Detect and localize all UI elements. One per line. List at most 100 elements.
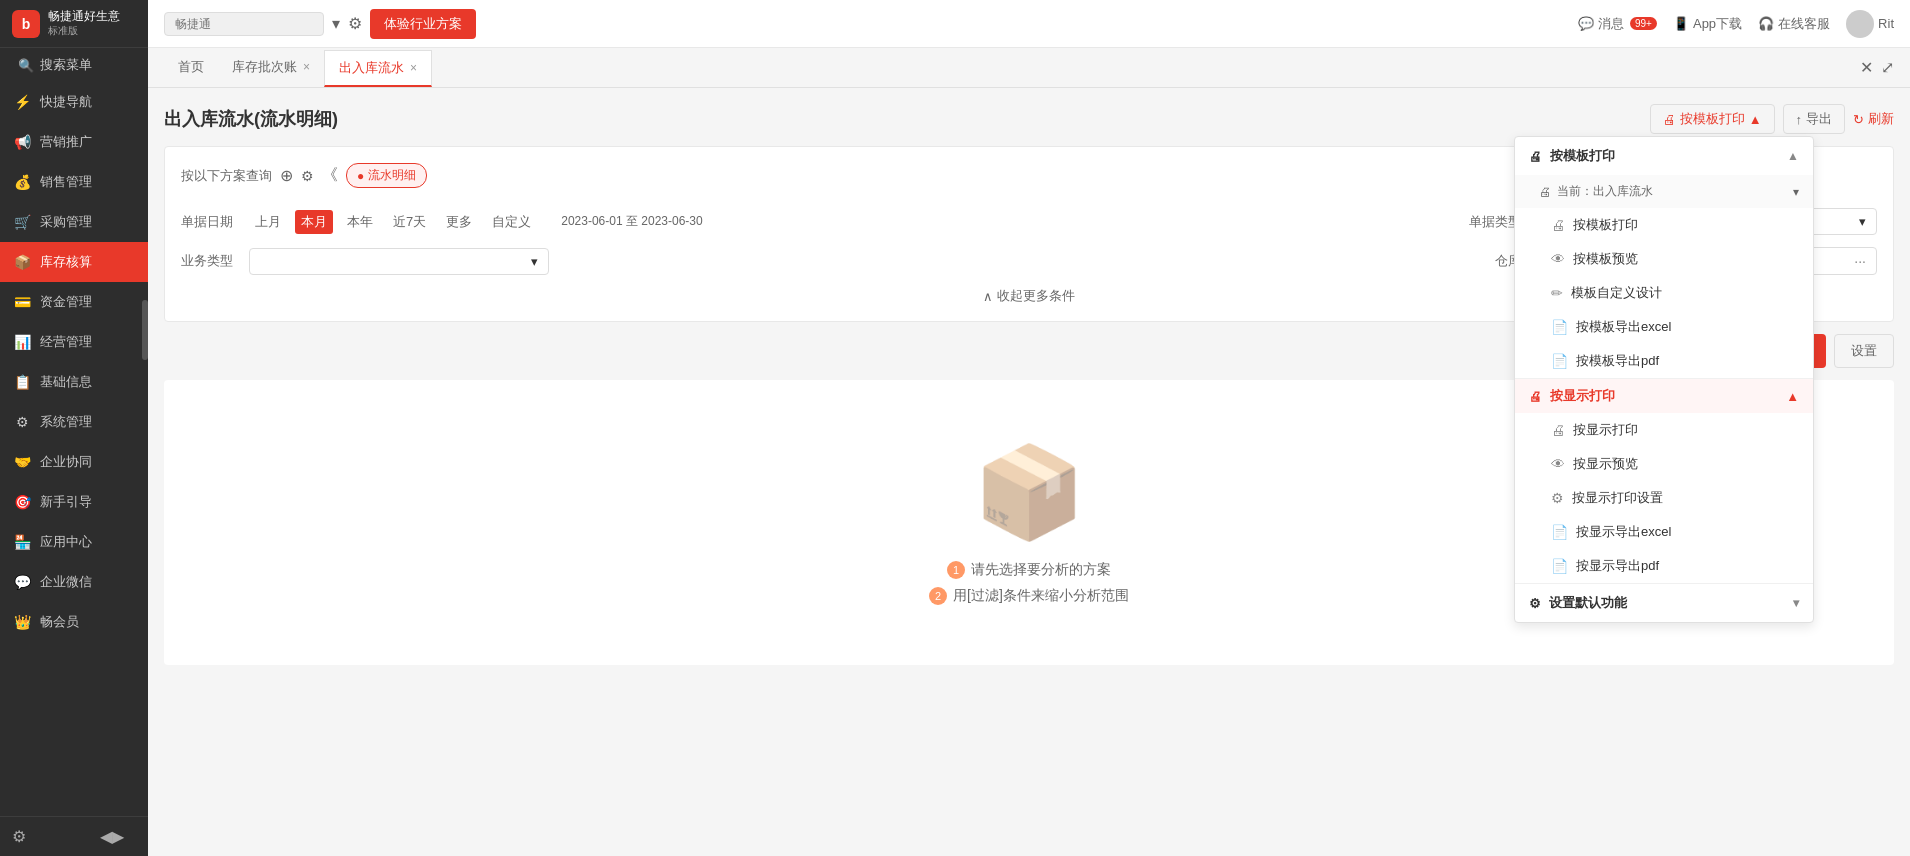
print-dropdown-icon: ▲ [1749, 112, 1762, 127]
date-option-last-month[interactable]: 上月 [249, 210, 287, 234]
sidebar-item-quick-nav[interactable]: ⚡ 快捷导航 [0, 82, 148, 122]
sidebar-item-inventory[interactable]: 📦 库存核算 [0, 242, 148, 282]
message-icon: 💬 [1578, 16, 1594, 31]
display-print-item[interactable]: 🖨 按显示打印 [1515, 413, 1813, 447]
empty-illustration: 📦 [973, 440, 1085, 545]
print-section-icon: 🖨 [1529, 149, 1542, 164]
default-settings-header[interactable]: ⚙ 设置默认功能 ▾ [1515, 584, 1813, 622]
hint-number-1: 1 [947, 561, 965, 579]
tab-home-label: 首页 [178, 58, 204, 76]
template-design-item[interactable]: ✏ 模板自定义设计 [1515, 276, 1813, 310]
sidebar-item-label: 营销推广 [40, 133, 92, 151]
sidebar-item-cooperation[interactable]: 🤝 企业协同 [0, 442, 148, 482]
sidebar-search[interactable]: 🔍 搜索菜单 [0, 48, 148, 82]
page-header: 出入库流水(流水明细) 🖨 按模板打印 ▲ ↑ 导出 ↻ 刷新 [164, 104, 1894, 134]
display-item-settings-icon: ⚙ [1551, 490, 1564, 506]
sidebar-item-label: 新手引导 [40, 493, 92, 511]
template-print-item[interactable]: 🖨 按模板打印 [1515, 208, 1813, 242]
message-item[interactable]: 💬 消息 99+ [1578, 15, 1657, 33]
settings-btn[interactable]: 设置 [1834, 334, 1894, 368]
operation-icon: 📊 [12, 332, 32, 352]
subheader-chevron: ▾ [1793, 185, 1799, 199]
refresh-btn-label: 刷新 [1868, 110, 1894, 128]
print-btn[interactable]: 🖨 按模板打印 ▲ [1650, 104, 1775, 134]
doc-type-chevron: ▾ [1859, 214, 1866, 229]
marketing-icon: 📢 [12, 132, 32, 152]
tab-inventory-flow[interactable]: 出入库流水 × [324, 50, 432, 87]
business-type-select[interactable]: ▾ [249, 248, 549, 275]
sidebar-item-operation[interactable]: 📊 经营管理 [0, 322, 148, 362]
trial-btn[interactable]: 体验行业方案 [370, 9, 476, 39]
export-btn[interactable]: ↑ 导出 [1783, 104, 1846, 134]
display-print-settings-item[interactable]: ⚙ 按显示打印设置 [1515, 481, 1813, 515]
sidebar-item-membership[interactable]: 👑 畅会员 [0, 602, 148, 642]
sidebar-item-label: 畅会员 [40, 613, 79, 631]
display-print-icon: 🖨 [1529, 389, 1542, 404]
window-close-btn[interactable]: ✕ [1860, 58, 1873, 77]
template-print-chevron: ▲ [1787, 149, 1799, 163]
collapse-more-btn[interactable]: ∧ 收起更多条件 [983, 287, 1075, 305]
collapse-sidebar-icon[interactable]: ◀▶ [100, 827, 124, 846]
template-print-header[interactable]: 🖨 按模板打印 ▲ [1515, 137, 1813, 175]
display-export-pdf-label: 按显示导出pdf [1576, 557, 1659, 575]
display-print-section-label: 按显示打印 [1550, 387, 1615, 405]
display-export-pdf-item[interactable]: 📄 按显示导出pdf [1515, 549, 1813, 583]
sidebar-item-wechat[interactable]: 💬 企业微信 [0, 562, 148, 602]
header-gear-btn[interactable]: ⚙ [348, 14, 362, 33]
app-download-item[interactable]: 📱 App下载 [1673, 15, 1742, 33]
settings-footer-icon[interactable]: ⚙ [12, 827, 26, 846]
refresh-btn[interactable]: ↻ 刷新 [1853, 110, 1894, 128]
sidebar-item-guide[interactable]: 🎯 新手引导 [0, 482, 148, 522]
display-item-print-icon: 🖨 [1551, 422, 1565, 438]
display-preview-item[interactable]: 👁 按显示预览 [1515, 447, 1813, 481]
logo-sub: 标准版 [48, 24, 120, 38]
headset-icon: 🎧 [1758, 16, 1774, 31]
template-preview-item[interactable]: 👁 按模板预览 [1515, 242, 1813, 276]
online-service-item[interactable]: 🎧 在线客服 [1758, 15, 1830, 33]
item-print-icon: 🖨 [1551, 217, 1565, 233]
collapse-icon: ∧ [983, 289, 993, 304]
date-option-more[interactable]: 更多 [440, 210, 478, 234]
sidebar-item-marketing[interactable]: 📢 营销推广 [0, 122, 148, 162]
current-template-label: 当前：出入库流水 [1557, 183, 1653, 200]
display-print-title[interactable]: 🖨 按显示打印 ▲ [1515, 379, 1813, 413]
filter-add-btn[interactable]: ⊕ [280, 166, 293, 185]
date-option-custom[interactable]: 自定义 [486, 210, 537, 234]
filter-settings-btn[interactable]: ⚙ [301, 168, 314, 184]
active-filter-tag[interactable]: ● 流水明细 [346, 163, 427, 188]
filter-collapse-btn[interactable]: 《 [322, 165, 338, 186]
display-export-excel-item[interactable]: 📄 按显示导出excel [1515, 515, 1813, 549]
date-filter-label: 单据日期 [181, 213, 233, 231]
sidebar-logo: b 畅捷通好生意 标准版 [0, 0, 148, 48]
default-settings-section: ⚙ 设置默认功能 ▾ [1515, 584, 1813, 622]
tab-inventory-flow-close[interactable]: × [410, 61, 417, 75]
app-center-icon: 🏪 [12, 532, 32, 552]
user-item[interactable]: Rit [1846, 10, 1894, 38]
tab-home[interactable]: 首页 [164, 50, 218, 86]
window-expand-btn[interactable]: ⤢ [1881, 58, 1894, 77]
sidebar-item-purchase[interactable]: 🛒 采购管理 [0, 202, 148, 242]
tab-inventory-batch-close[interactable]: × [303, 60, 310, 74]
sidebar-item-basic-info[interactable]: 📋 基础信息 [0, 362, 148, 402]
header-dropdown-btn[interactable]: ▾ [332, 14, 340, 33]
tab-inventory-batch[interactable]: 库存批次账 × [218, 50, 324, 86]
template-export-excel-item[interactable]: 📄 按模板导出excel [1515, 310, 1813, 344]
sidebar-item-sales[interactable]: 💰 销售管理 [0, 162, 148, 202]
sidebar-item-finance[interactable]: 💳 资金管理 [0, 282, 148, 322]
logo-text: 畅捷通好生意 [48, 9, 120, 25]
sidebar-item-system[interactable]: ⚙ 系统管理 [0, 402, 148, 442]
sidebar-item-app-center[interactable]: 🏪 应用中心 [0, 522, 148, 562]
date-option-last-7days[interactable]: 近7天 [387, 210, 432, 234]
date-range: 2023-06-01 至 2023-06-30 [561, 213, 702, 230]
header-search-input[interactable] [164, 12, 324, 36]
date-option-this-year[interactable]: 本年 [341, 210, 379, 234]
warehouse-more-btn[interactable]: ··· [1854, 253, 1866, 269]
window-controls: ✕ ⤢ [1860, 58, 1894, 77]
date-option-this-month[interactable]: 本月 [295, 210, 333, 234]
template-export-pdf-item[interactable]: 📄 按模板导出pdf [1515, 344, 1813, 378]
sidebar-item-label: 销售管理 [40, 173, 92, 191]
empty-hint-2: 2 用[过滤]条件来缩小分析范围 [929, 587, 1129, 605]
finance-icon: 💳 [12, 292, 32, 312]
wechat-icon: 💬 [12, 572, 32, 592]
display-export-excel-label: 按显示导出excel [1576, 523, 1671, 541]
